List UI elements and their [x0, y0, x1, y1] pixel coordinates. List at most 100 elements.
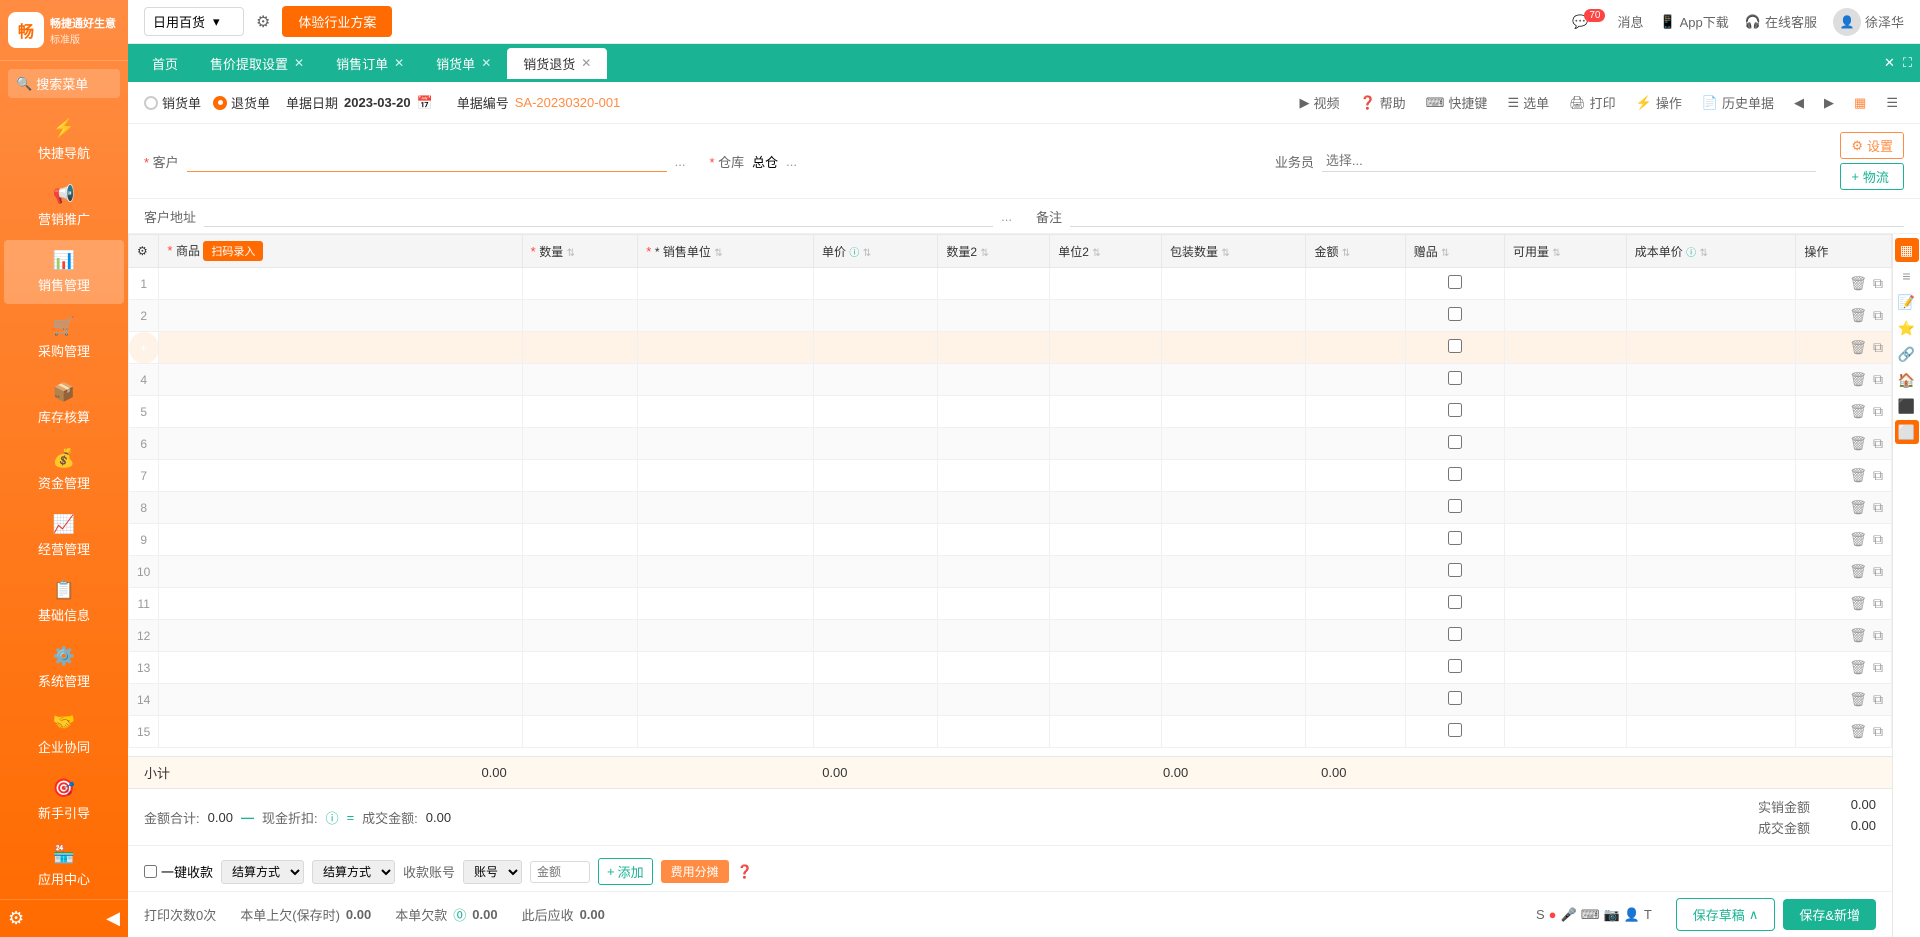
- collapse-sidebar-button[interactable]: ◀: [106, 908, 120, 929]
- op-action[interactable]: ⚡ 操作: [1630, 90, 1688, 115]
- qty2-sort-icon[interactable]: ⇅: [980, 248, 988, 259]
- cost-sort-icon[interactable]: ⇅: [1699, 248, 1707, 259]
- one-key-pay-checkbox[interactable]: [144, 865, 157, 878]
- product-cell-active[interactable]: [159, 332, 522, 364]
- sidebar-item-enterprise[interactable]: 🤝 企业协同: [4, 702, 124, 766]
- setting-button[interactable]: ⚙ 设置: [1840, 132, 1904, 159]
- copy-row-icon[interactable]: ⧉: [1873, 275, 1883, 292]
- gift-checkbox[interactable]: [1448, 499, 1462, 513]
- sidebar-item-purchase[interactable]: 🛒 采购管理: [4, 306, 124, 370]
- delete-row-icon[interactable]: 🗑: [1849, 627, 1867, 644]
- account-select[interactable]: 账号: [463, 860, 522, 884]
- calc-method-select[interactable]: 结算方式: [312, 860, 395, 884]
- list-view-action[interactable]: ☰: [1880, 92, 1904, 114]
- gift-checkbox[interactable]: [1448, 531, 1462, 545]
- delete-row-icon[interactable]: 🗑: [1849, 723, 1867, 740]
- delete-row-icon[interactable]: 🗑: [1849, 339, 1867, 356]
- rs-link-btn[interactable]: 🔗: [1895, 342, 1919, 366]
- amount-sort-icon[interactable]: ⇅: [1342, 248, 1350, 259]
- copy-row-icon[interactable]: ⧉: [1873, 691, 1883, 708]
- delete-row-icon[interactable]: 🗑: [1849, 371, 1867, 388]
- minus-icon[interactable]: —: [241, 810, 254, 825]
- tab-sales-delivery[interactable]: 销货单 ✕: [420, 48, 507, 79]
- grid-view-action[interactable]: ▦: [1848, 92, 1872, 114]
- gift-checkbox-active[interactable]: [1448, 339, 1462, 353]
- eq-icon[interactable]: =: [347, 810, 355, 825]
- mic-icon[interactable]: 🎤: [1561, 907, 1577, 923]
- price-cell-active[interactable]: [814, 332, 938, 364]
- avail-cell[interactable]: [1504, 300, 1626, 332]
- qty-sort-icon[interactable]: ⇅: [567, 248, 575, 259]
- person-icon[interactable]: 👤: [1624, 907, 1640, 923]
- save-new-button[interactable]: 保存&新增: [1783, 899, 1876, 930]
- product-cell[interactable]: [159, 268, 522, 300]
- rs-grid-view-btn[interactable]: ▦: [1895, 238, 1919, 262]
- close-tab-icon[interactable]: ✕: [1884, 55, 1895, 71]
- delete-row-icon[interactable]: 🗑: [1849, 275, 1867, 292]
- gift-cell[interactable]: [1405, 300, 1504, 332]
- print-action[interactable]: 🖨 打印: [1563, 90, 1622, 115]
- gift-checkbox[interactable]: [1448, 435, 1462, 449]
- tab-sales-return[interactable]: 销货退货 ✕: [507, 48, 607, 79]
- amount-input[interactable]: [530, 861, 590, 883]
- gift-checkbox[interactable]: [1448, 659, 1462, 673]
- delete-row-icon[interactable]: 🗑: [1849, 467, 1867, 484]
- rs-note-btn[interactable]: 📝: [1895, 290, 1919, 314]
- prev-page-action[interactable]: ◀: [1788, 92, 1810, 114]
- copy-row-icon[interactable]: ⧉: [1873, 531, 1883, 548]
- copy-row-icon[interactable]: ⧉: [1873, 435, 1883, 452]
- gift-checkbox[interactable]: [1448, 563, 1462, 577]
- delete-row-icon[interactable]: 🗑: [1849, 403, 1867, 420]
- pkgqty-cell-active[interactable]: [1162, 332, 1306, 364]
- rs-home-btn[interactable]: 🏠: [1895, 368, 1919, 392]
- copy-row-icon[interactable]: ⧉: [1873, 595, 1883, 612]
- gift-checkbox[interactable]: [1448, 691, 1462, 705]
- copy-row-icon[interactable]: ⧉: [1873, 371, 1883, 388]
- delete-row-icon[interactable]: 🗑: [1849, 435, 1867, 452]
- sidebar-item-basic[interactable]: 📋 基础信息: [4, 570, 124, 634]
- price-cell[interactable]: [814, 300, 938, 332]
- rs-scan-btn[interactable]: ⬛: [1895, 394, 1919, 418]
- shortcut-action[interactable]: ⌨ 快捷键: [1420, 90, 1494, 115]
- copy-row-icon[interactable]: ⧉: [1873, 307, 1883, 324]
- sidebar-item-inventory[interactable]: 📦 库存核算: [4, 372, 124, 436]
- sidebar-item-appstore[interactable]: 🏪 应用中心: [4, 834, 124, 898]
- radio-return-doc[interactable]: 退货单: [213, 93, 270, 112]
- help-action[interactable]: ❓ 帮助: [1353, 90, 1411, 115]
- keyboard2-icon[interactable]: ⌨: [1581, 907, 1600, 923]
- cost-cell[interactable]: [1626, 300, 1796, 332]
- sidebar-item-operation[interactable]: 📈 经营管理: [4, 504, 124, 568]
- gift-cell[interactable]: [1405, 268, 1504, 300]
- history-action[interactable]: 📄 历史单据: [1696, 90, 1780, 115]
- header-gear-icon[interactable]: ⚙: [256, 12, 270, 32]
- tab-sales-order[interactable]: 销售订单 ✕: [320, 48, 420, 79]
- product-cell[interactable]: [159, 300, 522, 332]
- try-solution-button[interactable]: 体验行业方案: [282, 6, 392, 37]
- add-logistics-button[interactable]: + 物流: [1840, 163, 1904, 190]
- radio-sale-doc[interactable]: 销货单: [144, 93, 201, 112]
- settings-bottom-button[interactable]: ⚙: [8, 908, 24, 929]
- rs-list-view-btn[interactable]: ≡: [1895, 264, 1919, 288]
- settlement-method-select[interactable]: 结算方式: [221, 860, 304, 884]
- sidebar-item-system[interactable]: ⚙️ 系统管理: [4, 636, 124, 700]
- address-select-icon[interactable]: ...: [1001, 209, 1012, 224]
- translate-icon[interactable]: T: [1644, 907, 1652, 923]
- qty2-cell-active[interactable]: [938, 332, 1050, 364]
- sidebar-item-newbie[interactable]: 🎯 新手引导: [4, 768, 124, 832]
- gift-checkbox[interactable]: [1448, 275, 1462, 289]
- pkgqty-cell[interactable]: [1162, 300, 1306, 332]
- copy-row-icon[interactable]: ⧉: [1873, 659, 1883, 676]
- delete-row-icon[interactable]: 🗑: [1849, 531, 1867, 548]
- price-cell[interactable]: [814, 268, 938, 300]
- copy-row-icon[interactable]: ⧉: [1873, 723, 1883, 740]
- sidebar-item-finance[interactable]: 💰 资金管理: [4, 438, 124, 502]
- delete-row-icon[interactable]: 🗑: [1849, 307, 1867, 324]
- copy-row-icon[interactable]: ⧉: [1873, 403, 1883, 420]
- rs-star-btn[interactable]: ⭐: [1895, 316, 1919, 340]
- next-page-action[interactable]: ▶: [1818, 92, 1840, 114]
- copy-row-icon[interactable]: ⧉: [1873, 627, 1883, 644]
- unit2-sort-icon[interactable]: ⇅: [1092, 248, 1100, 259]
- sidebar-item-quick-nav[interactable]: ⚡ 快捷导航: [4, 108, 124, 172]
- one-key-pay-label[interactable]: 一键收款: [144, 862, 213, 881]
- user-menu[interactable]: 👤 徐泽华: [1833, 8, 1904, 36]
